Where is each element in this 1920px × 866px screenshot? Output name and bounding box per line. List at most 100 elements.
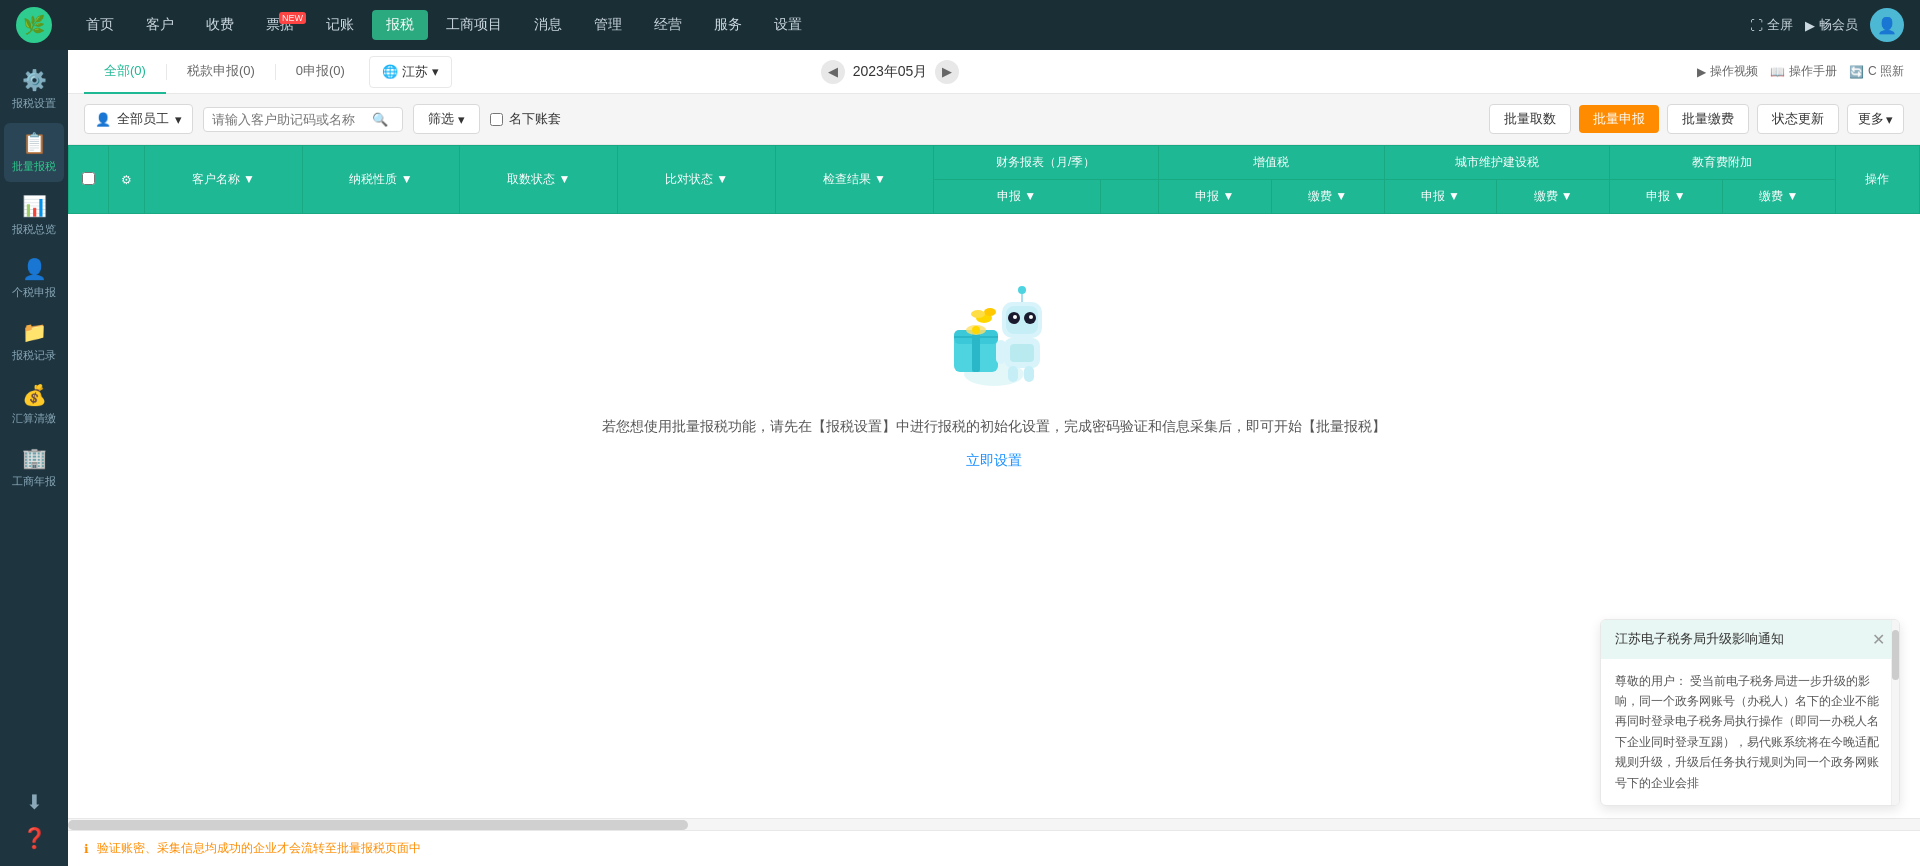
th-city-tax: 城市维护建设税 bbox=[1384, 146, 1610, 180]
search-icon[interactable]: 🔍 bbox=[372, 112, 388, 127]
logo[interactable]: 🌿 bbox=[16, 7, 52, 43]
nav-message[interactable]: 消息 bbox=[520, 10, 576, 40]
refresh-link[interactable]: 🔄 C 照新 bbox=[1849, 63, 1904, 80]
operation-video-link[interactable]: ▶ 操作视频 bbox=[1697, 63, 1758, 80]
nav-management[interactable]: 管理 bbox=[580, 10, 636, 40]
fullscreen-btn[interactable]: ⛶ 全屏 bbox=[1750, 16, 1793, 34]
th-edu-pay: 缴费 ▼ bbox=[1722, 180, 1835, 214]
more-icon: ▾ bbox=[1886, 112, 1893, 127]
svg-rect-19 bbox=[1010, 344, 1034, 362]
top-nav: 🌿 首页 客户 收费 票据 NEW 记账 报税 工商项目 消息 管理 经营 服务… bbox=[0, 0, 1920, 50]
notif-text: 尊敬的用户： 受当前电子税务局进一步升级的影响，同一个政务网账号（办税人）名下的… bbox=[1615, 674, 1879, 790]
nav-operations[interactable]: 经营 bbox=[640, 10, 696, 40]
sidebar-item-tax-record[interactable]: 📁 报税记录 bbox=[4, 312, 64, 371]
avatar[interactable]: 👤 bbox=[1870, 8, 1904, 42]
nav-tax[interactable]: 报税 bbox=[372, 10, 428, 40]
th-check-result: 检查结果 ▼ bbox=[775, 146, 933, 214]
nav-items: 首页 客户 收费 票据 NEW 记账 报税 工商项目 消息 管理 经营 服务 设… bbox=[72, 10, 1750, 40]
logo-icon: 🌿 bbox=[23, 14, 45, 36]
new-badge: NEW bbox=[279, 12, 306, 24]
dropdown-icon: ▾ bbox=[432, 64, 439, 79]
th-vat: 增值税 bbox=[1158, 146, 1384, 180]
robot-icon bbox=[934, 274, 1054, 394]
search-input[interactable] bbox=[212, 112, 372, 127]
employee-icon: 👤 bbox=[95, 112, 111, 127]
nav-invoice[interactable]: 票据 NEW bbox=[252, 10, 308, 40]
notif-close-btn[interactable]: ✕ bbox=[1872, 630, 1885, 649]
th-checkbox[interactable] bbox=[69, 146, 109, 214]
date-nav: ◀ 2023年05月 ▶ bbox=[821, 60, 960, 84]
th-city-pay: 缴费 ▼ bbox=[1497, 180, 1610, 214]
filter-bar: 👤 全部员工 ▾ 🔍 筛选 ▾ 名下账套 批量取数 批量申报 批量缴费 状态更新 bbox=[68, 94, 1920, 145]
nav-service[interactable]: 服务 bbox=[700, 10, 756, 40]
empty-main-text: 若您想使用批量报税功能，请先在【报税设置】中进行报税的初始化设置，完成密码验证和… bbox=[602, 418, 1386, 436]
download-icon[interactable]: ⬇ bbox=[26, 790, 43, 814]
bottom-bar: ℹ 验证账密、采集信息均成功的企业才会流转至批量报税页面中 bbox=[68, 830, 1920, 866]
fullscreen-icon: ⛶ bbox=[1750, 18, 1763, 33]
notif-scrollbar-track[interactable] bbox=[1891, 620, 1899, 805]
notif-scrollbar-thumb bbox=[1892, 630, 1899, 680]
notif-body: 尊敬的用户： 受当前电子税务局进一步升级的影响，同一个政务网账号（办税人）名下的… bbox=[1601, 659, 1899, 805]
th-compare-status: 比对状态 ▼ bbox=[618, 146, 776, 214]
empty-state: 若您想使用批量报税功能，请先在【报税设置】中进行报税的初始化设置，完成密码验证和… bbox=[69, 214, 1920, 530]
personal-tax-icon: 👤 bbox=[22, 257, 47, 281]
notif-header: 江苏电子税务局升级影响通知 ✕ bbox=[1601, 620, 1899, 659]
account-checkbox[interactable] bbox=[490, 113, 503, 126]
nav-business[interactable]: 工商项目 bbox=[432, 10, 516, 40]
th-gear[interactable]: ⚙ bbox=[109, 146, 145, 214]
sidebar-item-tax-overview[interactable]: 📊 报税总览 bbox=[4, 186, 64, 245]
batch-tax-icon: 📋 bbox=[22, 131, 47, 155]
th-operation: 操作 bbox=[1835, 146, 1919, 214]
filter-btn[interactable]: 筛选 ▾ bbox=[413, 104, 480, 134]
bottom-text: 验证账密、采集信息均成功的企业才会流转至批量报税页面中 bbox=[97, 840, 421, 857]
th-vat-pay: 缴费 ▼ bbox=[1271, 180, 1384, 214]
vip-icon: ▶ bbox=[1805, 18, 1815, 33]
filter-right: 批量取数 批量申报 批量缴费 状态更新 更多 ▾ bbox=[1489, 104, 1904, 134]
select-all-checkbox[interactable] bbox=[82, 172, 95, 185]
nav-settings[interactable]: 设置 bbox=[760, 10, 816, 40]
checkbox-label[interactable]: 名下账套 bbox=[490, 110, 561, 128]
tab-zero-declare[interactable]: 0申报(0) bbox=[276, 50, 365, 94]
status-update-btn[interactable]: 状态更新 bbox=[1757, 104, 1839, 134]
employee-filter[interactable]: 👤 全部员工 ▾ bbox=[84, 104, 193, 134]
svg-rect-21 bbox=[1008, 366, 1018, 382]
date-text: 2023年05月 bbox=[853, 63, 928, 81]
svg-point-17 bbox=[1018, 286, 1026, 294]
more-btn[interactable]: 更多 ▾ bbox=[1847, 104, 1904, 134]
sidebar-item-settlement[interactable]: 💰 汇算清缴 bbox=[4, 375, 64, 434]
next-month-btn[interactable]: ▶ bbox=[935, 60, 959, 84]
nav-accounting[interactable]: 记账 bbox=[312, 10, 368, 40]
th-financial-report: 财务报表（月/季） bbox=[933, 146, 1158, 180]
nav-fee[interactable]: 收费 bbox=[192, 10, 248, 40]
sidebar-item-personal-tax[interactable]: 👤 个税申报 bbox=[4, 249, 64, 308]
batch-get-btn[interactable]: 批量取数 bbox=[1489, 104, 1571, 134]
nav-home[interactable]: 首页 bbox=[72, 10, 128, 40]
th-fin-empty bbox=[1100, 180, 1158, 214]
tab-all[interactable]: 全部(0) bbox=[84, 50, 166, 94]
help-icon[interactable]: ❓ bbox=[22, 826, 47, 850]
th-fetch-status: 取数状态 ▼ bbox=[460, 146, 618, 214]
vip-btn[interactable]: ▶ 畅会员 bbox=[1805, 16, 1858, 34]
sidebar-bottom: ⬇ ❓ bbox=[22, 790, 47, 866]
region-selector[interactable]: 🌐 江苏 ▾ bbox=[369, 56, 452, 88]
th-edu-surcharge: 教育费附加 bbox=[1610, 146, 1836, 180]
notif-title: 江苏电子税务局升级影响通知 bbox=[1615, 630, 1784, 648]
tab-tax-declare[interactable]: 税款申报(0) bbox=[167, 50, 275, 94]
sidebar-item-annual-report[interactable]: 🏢 工商年报 bbox=[4, 438, 64, 497]
horizontal-scrollbar[interactable] bbox=[68, 818, 1920, 830]
sidebar: ⚙️ 报税设置 📋 批量报税 📊 报税总览 👤 个税申报 📁 报税记录 💰 汇算… bbox=[0, 50, 68, 866]
nav-right: ⛶ 全屏 ▶ 畅会员 👤 bbox=[1750, 8, 1904, 42]
operation-manual-link[interactable]: 📖 操作手册 bbox=[1770, 63, 1837, 80]
th-vat-declare: 申报 ▼ bbox=[1158, 180, 1271, 214]
notification-panel: 江苏电子税务局升级影响通知 ✕ 尊敬的用户： 受当前电子税务局进一步升级的影响，… bbox=[1600, 619, 1900, 806]
batch-declare-btn[interactable]: 批量申报 bbox=[1579, 105, 1659, 133]
batch-pay-btn[interactable]: 批量缴费 bbox=[1667, 104, 1749, 134]
svg-rect-22 bbox=[1024, 366, 1034, 382]
nav-customer[interactable]: 客户 bbox=[132, 10, 188, 40]
h-scrollbar-thumb bbox=[68, 820, 688, 830]
employee-dropdown-icon: ▾ bbox=[175, 112, 182, 127]
sidebar-item-tax-settings[interactable]: ⚙️ 报税设置 bbox=[4, 60, 64, 119]
prev-month-btn[interactable]: ◀ bbox=[821, 60, 845, 84]
setup-link[interactable]: 立即设置 bbox=[966, 452, 1022, 470]
sidebar-item-batch-tax[interactable]: 📋 批量报税 bbox=[4, 123, 64, 182]
